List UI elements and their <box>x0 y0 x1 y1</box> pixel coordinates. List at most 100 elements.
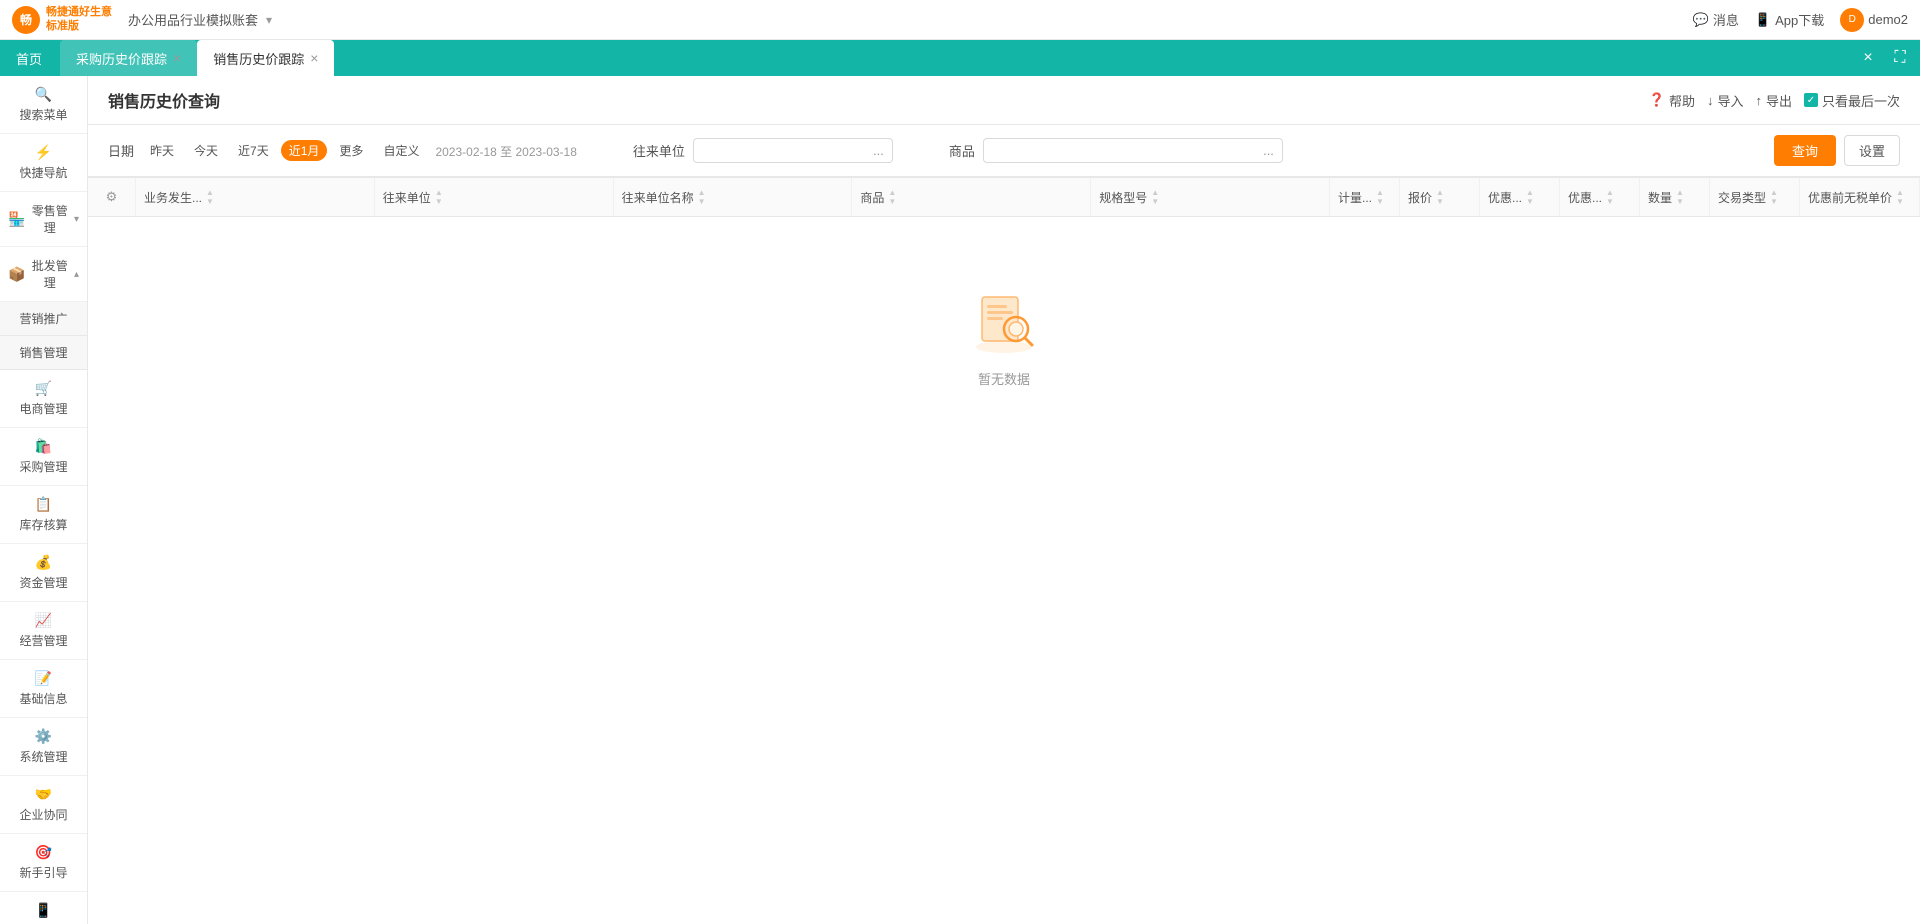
settings-gear-icon: ⚙ <box>106 189 118 205</box>
enterprise-coop-icon: 🤝 <box>35 786 52 803</box>
sort-product[interactable]: ▲ ▼ <box>888 189 896 206</box>
th-spec[interactable]: 规格型号 ▲ ▼ <box>1091 178 1330 216</box>
sidebar-item-operations[interactable]: 📈 经营管理 <box>0 602 87 660</box>
pill-7days[interactable]: 近7天 <box>230 140 277 161</box>
sort-spec[interactable]: ▲ ▼ <box>1151 189 1159 206</box>
sort-quantity[interactable]: ▲ ▼ <box>1676 189 1684 206</box>
tab-sales-history[interactable]: 销售历史价跟踪 × <box>197 40 334 76</box>
sort-pretax-price[interactable]: ▲ ▼ <box>1896 189 1904 206</box>
sort-down-icon: ▼ <box>206 198 214 206</box>
sidebar-item-inventory[interactable]: 📋 库存核算 <box>0 486 87 544</box>
column-settings-button[interactable]: ⚙ <box>88 178 136 216</box>
table-area: ⚙ 业务发生... ▲ ▼ 往来单位 ▲ ▼ <box>88 177 1920 924</box>
setting-button[interactable]: 设置 <box>1844 135 1900 166</box>
help-icon: ❓ <box>1649 92 1665 108</box>
sidebar-item-purchase-mgmt[interactable]: 🛍️ 采购管理 <box>0 428 87 486</box>
sort-up-icon: ▲ <box>1526 189 1534 197</box>
sidebar-item-enterprise-coop[interactable]: 🤝 企业协同 <box>0 776 87 834</box>
sidebar-item-system-mgmt[interactable]: ⚙️ 系统管理 <box>0 718 87 776</box>
app-title: 办公用品行业模拟账套 <box>128 10 258 29</box>
product-input[interactable]: ... <box>983 138 1283 163</box>
app-download-button[interactable]: 📱 App下载 <box>1755 10 1824 29</box>
empty-state: 暂无数据 <box>88 217 1920 448</box>
date-label: 日期 <box>108 141 134 160</box>
pill-1month[interactable]: 近1月 <box>281 140 328 161</box>
user-menu[interactable]: D demo2 <box>1840 8 1908 32</box>
sidebar-item-marketing[interactable]: 营销推广 <box>0 302 87 336</box>
pill-today[interactable]: 今天 <box>186 140 226 161</box>
pill-more[interactable]: 更多 <box>331 140 371 161</box>
sidebar-item-new-guide[interactable]: 🎯 新手引导 <box>0 834 87 892</box>
app-title-dropdown[interactable]: ▾ <box>266 13 272 27</box>
tab-purchase-history[interactable]: 采购历史价跟踪 × <box>60 40 197 76</box>
sidebar-item-quick-nav[interactable]: ⚡ 快捷导航 <box>0 134 87 192</box>
tab-purchase-history-close[interactable]: × <box>173 50 181 66</box>
sort-discount1[interactable]: ▲ ▼ <box>1526 189 1534 206</box>
source-unit-input[interactable]: ... <box>693 138 893 163</box>
page-title: 销售历史价查询 <box>108 88 220 112</box>
sort-up-icon: ▲ <box>206 189 214 197</box>
sidebar-item-ecom-mgmt[interactable]: 🛒 电商管理 <box>0 370 87 428</box>
th-discount2[interactable]: 优惠... ▲ ▼ <box>1560 178 1640 216</box>
empty-text: 暂无数据 <box>978 369 1030 388</box>
retail-mgmt-arrow: ▾ <box>74 214 79 225</box>
message-button[interactable]: 💬 消息 <box>1693 10 1739 29</box>
th-calc-unit[interactable]: 计量... ▲ ▼ <box>1330 178 1400 216</box>
sort-calc-unit[interactable]: ▲ ▼ <box>1376 189 1384 206</box>
th-discount1[interactable]: 优惠... ▲ ▼ <box>1480 178 1560 216</box>
sort-down-icon: ▼ <box>698 198 706 206</box>
main-layout: 🔍 搜索菜单 ⚡ 快捷导航 🏪 零售管理 ▾ 📦 批发管理 ▴ 营销推广 销售管… <box>0 76 1920 924</box>
close-all-tabs-button[interactable]: × <box>1856 46 1880 70</box>
sort-discount2[interactable]: ▲ ▼ <box>1606 189 1614 206</box>
empty-image <box>964 277 1044 357</box>
sort-down-icon: ▼ <box>888 198 896 206</box>
sort-up-icon: ▲ <box>1606 189 1614 197</box>
sidebar-item-search-menu[interactable]: 🔍 搜索菜单 <box>0 76 87 134</box>
sort-up-icon: ▲ <box>1896 189 1904 197</box>
finance-icon: 💰 <box>35 554 52 571</box>
th-quote-price[interactable]: 报价 ▲ ▼ <box>1400 178 1480 216</box>
th-pretax-price[interactable]: 优惠前无税单价 ▲ ▼ <box>1800 178 1920 216</box>
filter-row-1: 日期 昨天 今天 近7天 近1月 更多 自定义 2023-02-18 至 202… <box>108 135 1900 166</box>
th-product[interactable]: 商品 ▲ ▼ <box>852 178 1091 216</box>
import-button[interactable]: ↓ 导入 <box>1707 91 1744 110</box>
sort-unit-code[interactable]: ▲ ▼ <box>435 189 443 206</box>
pill-custom[interactable]: 自定义 <box>375 140 427 161</box>
page-header-actions: ❓ 帮助 ↓ 导入 ↑ 导出 ✓ 只看最后一次 <box>1649 91 1900 110</box>
th-quantity[interactable]: 数量 ▲ ▼ <box>1640 178 1710 216</box>
sort-quote-price[interactable]: ▲ ▼ <box>1436 189 1444 206</box>
sort-down-icon: ▼ <box>1436 198 1444 206</box>
sort-biz-date[interactable]: ▲ ▼ <box>206 189 214 206</box>
filter-bar: 日期 昨天 今天 近7天 近1月 更多 自定义 2023-02-18 至 202… <box>88 125 1920 177</box>
help-button[interactable]: ❓ 帮助 <box>1649 91 1695 110</box>
th-unit-name[interactable]: 往来单位名称 ▲ ▼ <box>614 178 853 216</box>
th-biz-date[interactable]: 业务发生... ▲ ▼ <box>136 178 375 216</box>
tab-home[interactable]: 首页 <box>0 40 58 76</box>
sort-unit-name[interactable]: ▲ ▼ <box>698 189 706 206</box>
product-dots: ... <box>1263 143 1274 158</box>
sort-trade-type[interactable]: ▲ ▼ <box>1770 189 1778 206</box>
date-range: 2023-02-18 至 2023-03-18 <box>435 143 576 160</box>
query-button[interactable]: 查询 <box>1774 135 1836 166</box>
download-icon: 📱 <box>1755 12 1771 28</box>
tab-bar: 首页 采购历史价跟踪 × 销售历史价跟踪 × × ⛶ <box>0 40 1920 76</box>
sidebar-item-wholesale-mgmt[interactable]: 📦 批发管理 ▴ <box>0 247 87 302</box>
tab-sales-history-close[interactable]: × <box>310 50 318 66</box>
sidebar-item-retail-mgmt[interactable]: 🏪 零售管理 ▾ <box>0 192 87 247</box>
show-last-checkbox[interactable]: ✓ 只看最后一次 <box>1804 91 1900 110</box>
sidebar-item-finance[interactable]: 💰 资金管理 <box>0 544 87 602</box>
sidebar-item-basic-info[interactable]: 📝 基础信息 <box>0 660 87 718</box>
th-trade-type[interactable]: 交易类型 ▲ ▼ <box>1710 178 1800 216</box>
new-guide-icon: 🎯 <box>35 844 52 861</box>
fullscreen-button[interactable]: ⛶ <box>1888 46 1912 70</box>
sort-down-icon: ▼ <box>1606 198 1614 206</box>
filter-source-unit: 往来单位 ... <box>633 138 893 163</box>
wholesale-mgmt-arrow: ▴ <box>74 269 79 280</box>
export-button[interactable]: ↑ 导出 <box>1755 91 1792 110</box>
sidebar-item-sales-mgmt[interactable]: 销售管理 <box>0 336 87 370</box>
filter-date: 日期 昨天 今天 近7天 近1月 更多 自定义 2023-02-18 至 202… <box>108 140 577 161</box>
sidebar-item-app-center[interactable]: 📱 应用中心 <box>0 892 87 924</box>
th-unit-code[interactable]: 往来单位 ▲ ▼ <box>375 178 614 216</box>
pill-yesterday[interactable]: 昨天 <box>142 140 182 161</box>
sort-down-icon: ▼ <box>1151 198 1159 206</box>
